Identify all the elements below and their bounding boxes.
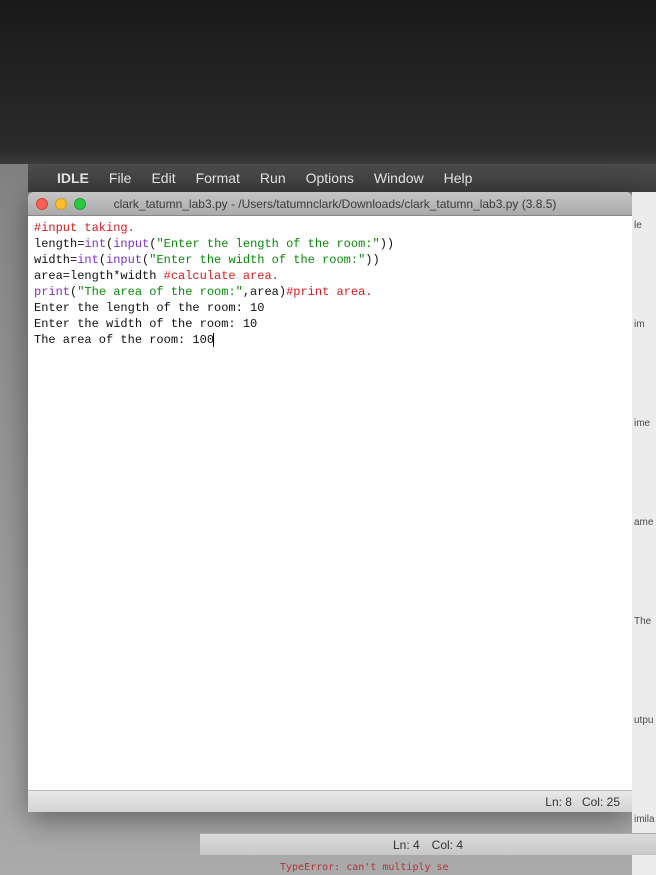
macos-menubar: IDLE File Edit Format Run Options Window…	[28, 164, 656, 192]
code-token: (	[99, 253, 106, 267]
menu-window[interactable]: Window	[365, 167, 433, 189]
editor-statusbar: Ln: 8 Col: 25	[28, 790, 632, 812]
code-token: "Enter the width of the room:"	[149, 253, 365, 267]
zoom-icon[interactable]	[74, 198, 86, 210]
background-window-fragment: le im ime ame The utpu imila	[632, 192, 656, 875]
menu-run[interactable]: Run	[251, 167, 295, 189]
code-token: "Enter the length of the room:"	[156, 237, 379, 251]
bg-text-fragment: The	[634, 616, 651, 627]
code-line: Enter the length of the room: 10	[34, 301, 264, 315]
status-line: Ln: 8	[545, 795, 572, 809]
code-line: #input taking.	[34, 221, 135, 235]
text-cursor	[213, 333, 214, 347]
bg-text-fragment: im	[634, 319, 645, 330]
bg-text-fragment: ime	[634, 418, 650, 429]
bg-status-line: Ln: 4	[393, 838, 420, 852]
code-token: #calculate area.	[164, 269, 279, 283]
menu-options[interactable]: Options	[297, 167, 363, 189]
bg-text-fragment: utpu	[634, 715, 653, 726]
menu-file[interactable]: File	[100, 167, 141, 189]
code-token: #print area.	[286, 285, 372, 299]
code-token: ,area)	[243, 285, 286, 299]
idle-editor-window: clark_tatumn_lab3.py - /Users/tatumnclar…	[28, 192, 632, 812]
bg-text-fragment: le	[634, 220, 642, 231]
minimize-icon[interactable]	[55, 198, 67, 210]
code-token: "The area of the room:"	[77, 285, 243, 299]
background-statusbar: Ln: 4 Col: 4	[200, 833, 656, 855]
close-icon[interactable]	[36, 198, 48, 210]
code-token: ))	[365, 253, 379, 267]
code-line: Enter the width of the room: 10	[34, 317, 257, 331]
window-title: clark_tatumn_lab3.py - /Users/tatumnclar…	[96, 197, 624, 211]
code-editor[interactable]: #input taking. length=int(input("Enter t…	[28, 216, 632, 790]
menu-edit[interactable]: Edit	[142, 167, 184, 189]
menu-app-name[interactable]: IDLE	[48, 167, 98, 189]
bg-status-col: Col: 4	[432, 838, 463, 852]
window-titlebar[interactable]: clark_tatumn_lab3.py - /Users/tatumnclar…	[28, 192, 632, 216]
menu-help[interactable]: Help	[435, 167, 482, 189]
code-token: area=length*width	[34, 269, 164, 283]
code-token: length=	[34, 237, 84, 251]
monitor-bezel	[0, 0, 656, 164]
code-token: int	[77, 253, 99, 267]
code-line: The area of the room: 100	[34, 333, 214, 347]
status-col: Col: 25	[582, 795, 620, 809]
code-token: input	[113, 237, 149, 251]
code-token: input	[106, 253, 142, 267]
code-token: ))	[380, 237, 394, 251]
bg-text-fragment: ame	[634, 517, 653, 528]
bg-text-fragment: imila	[634, 814, 655, 825]
code-token: width=	[34, 253, 77, 267]
background-error-text: TypeError: can't multiply se	[280, 862, 449, 873]
window-controls	[36, 198, 86, 210]
code-token: int	[84, 237, 106, 251]
menu-format[interactable]: Format	[187, 167, 249, 189]
code-token: print	[34, 285, 70, 299]
